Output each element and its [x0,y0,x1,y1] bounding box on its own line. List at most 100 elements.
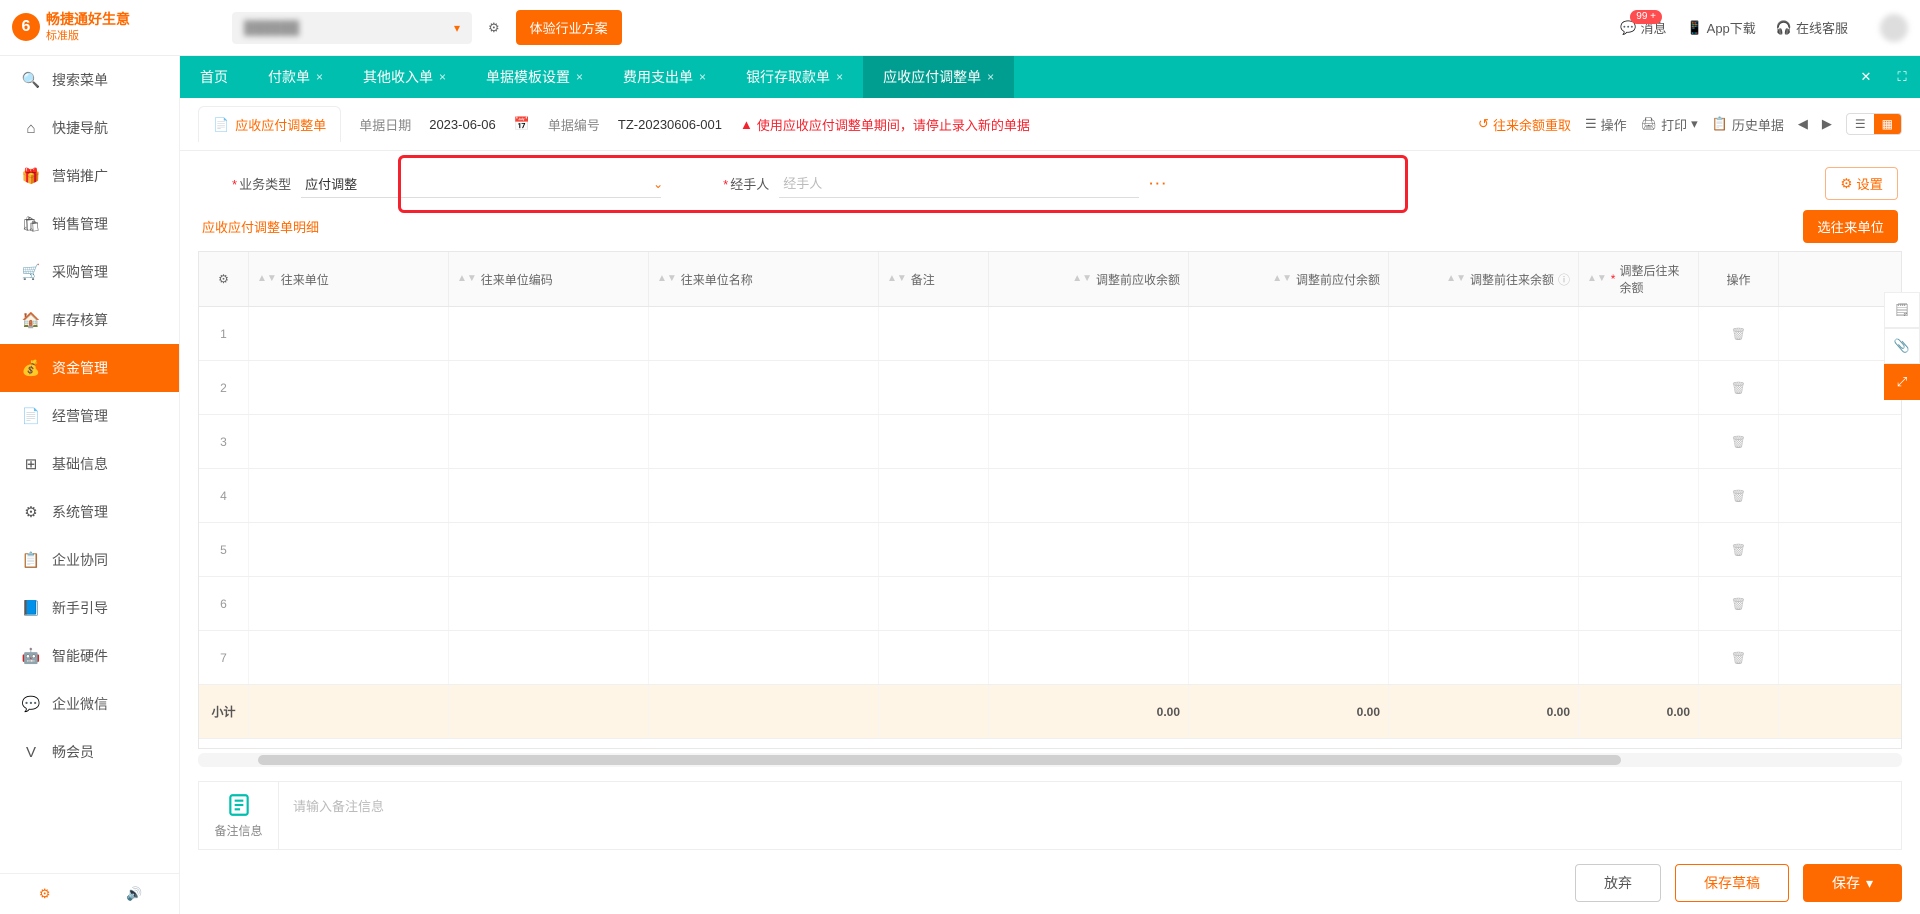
tab[interactable]: 单据模板设置× [466,56,603,98]
cell-unit[interactable] [249,415,449,468]
cell-after[interactable] [1579,415,1699,468]
delete-icon[interactable]: 🗑 [1731,327,1746,341]
tab[interactable]: 其他收入单× [343,56,466,98]
cell-ar[interactable] [989,469,1189,522]
cell-remark[interactable] [879,415,989,468]
cell-name[interactable] [649,577,879,630]
cell-unit[interactable] [249,577,449,630]
cell-bal[interactable] [1389,577,1579,630]
save-draft-button[interactable]: 保存草稿 [1675,864,1789,902]
cell-bal[interactable] [1389,361,1579,414]
cell-name[interactable] [649,523,879,576]
sidebar-item[interactable]: ⊞基础信息 [0,440,179,488]
view-toggle[interactable]: ☰ ▦ [1846,113,1902,135]
close-icon[interactable]: × [699,70,706,84]
sidebar-item[interactable]: V畅会员 [0,728,179,776]
table-row[interactable]: 7 🗑 [199,631,1901,685]
sidebar-item[interactable]: 🏠库存核算 [0,296,179,344]
cell-after[interactable] [1579,577,1699,630]
float-note-icon[interactable]: 🗒 [1884,292,1920,328]
cell-ap[interactable] [1189,307,1389,360]
prev-page-icon[interactable]: ◀ [1798,116,1808,132]
cell-unit[interactable] [249,361,449,414]
table-row[interactable]: 1 🗑 [199,307,1901,361]
sidebar-sound-button[interactable]: 🔊 [90,874,180,914]
tab[interactable]: 首页 [180,56,248,98]
sidebar-item[interactable]: 📘新手引导 [0,584,179,632]
cell-code[interactable] [449,523,649,576]
cell-remark[interactable] [879,469,989,522]
col-ar[interactable]: ▲▼调整前应收余额 [989,252,1189,306]
table-row[interactable]: 3 🗑 [199,415,1901,469]
print-button[interactable]: 🖨 打印 ▾ [1641,115,1698,134]
sidebar-item[interactable]: 🤖智能硬件 [0,632,179,680]
close-icon[interactable]: × [987,70,994,84]
col-remark[interactable]: ▲▼备注 [879,252,989,306]
delete-icon[interactable]: 🗑 [1731,543,1746,557]
col-gear[interactable]: ⚙ [199,252,249,306]
cell-unit[interactable] [249,307,449,360]
gear-icon[interactable]: ⚙ [488,20,500,36]
save-button[interactable]: 保存▾ [1803,864,1902,902]
cell-remark[interactable] [879,361,989,414]
cell-unit[interactable] [249,631,449,684]
horizontal-scrollbar[interactable] [198,753,1902,767]
business-type-input[interactable] [301,170,661,198]
delete-icon[interactable]: 🗑 [1731,597,1746,611]
view-card-icon[interactable]: ▦ [1874,114,1901,134]
sidebar-item[interactable]: ⚙系统管理 [0,488,179,536]
cell-after[interactable] [1579,631,1699,684]
col-name[interactable]: ▲▼往来单位名称 [649,252,879,306]
sidebar-item[interactable]: 💰资金管理 [0,344,179,392]
tab[interactable]: 银行存取款单× [726,56,863,98]
cell-code[interactable] [449,631,649,684]
recalc-balance-button[interactable]: ↺ 往来余额重取 [1478,115,1571,134]
cell-code[interactable] [449,577,649,630]
col-ap[interactable]: ▲▼调整前应付余额 [1189,252,1389,306]
select-unit-button[interactable]: 选往来单位 [1803,210,1898,243]
delete-icon[interactable]: 🗑 [1731,651,1746,665]
sidebar-item[interactable]: 🛒采购管理 [0,248,179,296]
messages-link[interactable]: 💬 消息 99 + [1620,18,1666,37]
cell-code[interactable] [449,361,649,414]
sidebar-item[interactable]: ⌂快捷导航 [0,104,179,152]
col-after[interactable]: ▲▼*调整后往来余额 [1579,252,1699,306]
history-button[interactable]: 📋 历史单据 [1712,115,1784,134]
cell-ar[interactable] [989,415,1189,468]
table-row[interactable]: 4 🗑 [199,469,1901,523]
sidebar-item[interactable]: 🛍销售管理 [0,200,179,248]
handler-field[interactable]: *经手人 ··· [723,170,1168,198]
cell-unit[interactable] [249,523,449,576]
sidebar-settings-button[interactable]: ⚙ [0,874,90,914]
sidebar-item[interactable]: 💬企业微信 [0,680,179,728]
cell-after[interactable] [1579,469,1699,522]
cell-name[interactable] [649,631,879,684]
tab-expand-button[interactable]: ⛶ [1884,69,1920,85]
cell-ar[interactable] [989,361,1189,414]
close-icon[interactable]: × [316,70,323,84]
cell-ar[interactable] [989,577,1189,630]
table-row[interactable]: 2 🗑 [199,361,1901,415]
sidebar-item[interactable]: 🎁营销推广 [0,152,179,200]
close-icon[interactable]: × [836,70,843,84]
company-selector[interactable]: ██████ ▾ [232,12,472,44]
cell-ap[interactable] [1189,469,1389,522]
cell-after[interactable] [1579,307,1699,360]
cell-name[interactable] [649,415,879,468]
cell-after[interactable] [1579,523,1699,576]
cell-after[interactable] [1579,361,1699,414]
delete-icon[interactable]: 🗑 [1731,381,1746,395]
cell-bal[interactable] [1389,469,1579,522]
discard-button[interactable]: 放弃 [1575,864,1661,902]
tab-close-button[interactable]: ✕ [1848,69,1884,85]
operations-button[interactable]: ☰ 操作 [1585,115,1627,134]
avatar[interactable] [1880,14,1908,42]
app-download-link[interactable]: 📱 App下载 [1686,18,1755,37]
cell-remark[interactable] [879,631,989,684]
tab[interactable]: 付款单× [248,56,343,98]
cell-remark[interactable] [879,523,989,576]
cell-bal[interactable] [1389,523,1579,576]
business-type-field[interactable]: *业务类型 ⌄ [232,170,663,198]
handler-input[interactable] [779,170,1139,198]
tab[interactable]: 应收应付调整单× [863,56,1014,98]
